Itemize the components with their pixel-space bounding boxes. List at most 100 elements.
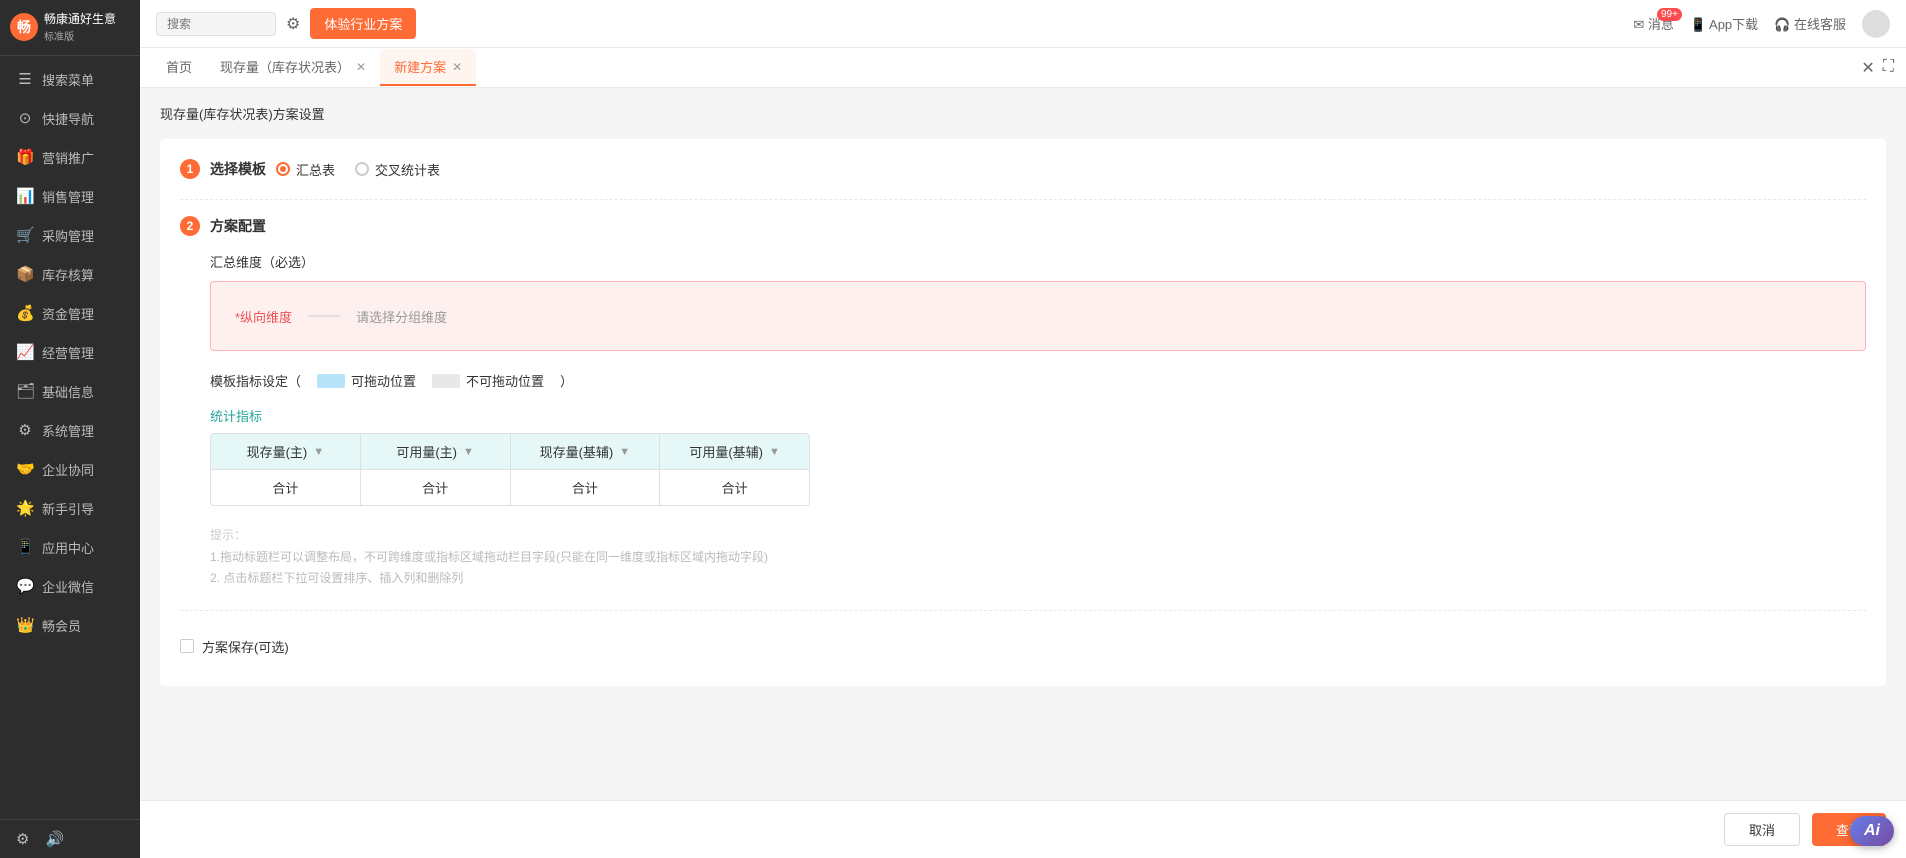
- tab-home[interactable]: 首页: [152, 49, 206, 86]
- topbar: ⚙ 体验行业方案 ✉ 消息 99+ 📱 App下载 🎧 在线客服: [140, 0, 1906, 48]
- sidebar-item-system[interactable]: ⚙ 系统管理: [0, 411, 140, 450]
- sidebar-item-sales[interactable]: 📊 销售管理: [0, 177, 140, 216]
- headset-icon: 🎧: [1774, 17, 1790, 32]
- finance-icon: 💰: [16, 304, 34, 322]
- save-checkbox[interactable]: [180, 639, 194, 653]
- stat-col1-header[interactable]: 现存量(主) ▼: [211, 434, 361, 469]
- sidebar-item-member[interactable]: 👑 畅会员: [0, 606, 140, 645]
- marketing-icon: 🎁: [16, 148, 34, 166]
- sidebar-nav: ☰ 搜索菜单 ⊙ 快捷导航 🎁 营销推广 📊 销售管理 🛒 采购管理 📦 库存核…: [0, 56, 140, 819]
- sidebar-item-label: 资金管理: [42, 304, 94, 323]
- tabs-bar: 首页 现存量（库存状况表） ✕ 新建方案 ✕ ✕ ⛶: [140, 48, 1906, 88]
- draggable-label: 可拖动位置: [351, 371, 416, 390]
- ai-badge[interactable]: Ai: [1850, 816, 1894, 846]
- tab-expand-icon[interactable]: ⛶: [1883, 58, 1894, 78]
- sidebar-item-inventory[interactable]: 📦 库存核算: [0, 255, 140, 294]
- app-download-icon: 📱: [1690, 17, 1706, 32]
- sidebar-item-basic-info[interactable]: 🗂 基础信息: [0, 372, 140, 411]
- vertical-dim-label: *纵向维度: [235, 307, 292, 326]
- sales-icon: 📊: [16, 187, 34, 205]
- stat-col1-label: 现存量(主): [247, 442, 308, 461]
- step2-num: 2: [180, 216, 200, 236]
- app-download-label: App下载: [1709, 17, 1758, 32]
- wechat-icon: 💬: [16, 577, 34, 595]
- dimension-placeholder: *纵向维度 —— 请选择分组维度: [235, 307, 447, 326]
- template-label-suffix: ）: [560, 371, 573, 390]
- step1-block: 1 选择模板 汇总表 交叉统计表: [180, 159, 1866, 179]
- hint-item1: 1.拖动标题栏可以调整布局，不可跨维度或指标区域拖动栏目字段(只能在同一维度或指…: [210, 547, 1866, 569]
- stat-col4-header[interactable]: 可用量(基辅) ▼: [660, 434, 809, 469]
- dimension-box[interactable]: *纵向维度 —— 请选择分组维度: [210, 281, 1866, 351]
- message-badge: 99+: [1657, 8, 1682, 21]
- radio-cross[interactable]: 交叉统计表: [355, 160, 440, 179]
- tab-inventory-status[interactable]: 现存量（库存状况表） ✕: [206, 49, 380, 86]
- sidebar-item-app-center[interactable]: 📱 应用中心: [0, 528, 140, 567]
- search-menu-icon: ☰: [16, 70, 34, 88]
- message-icon: ✉: [1633, 17, 1644, 32]
- settings-panel: 1 选择模板 汇总表 交叉统计表: [160, 139, 1886, 686]
- radio-summary[interactable]: 汇总表: [276, 160, 335, 179]
- app-center-icon: 📱: [16, 538, 34, 556]
- step1-divider: [180, 199, 1866, 200]
- not-draggable-indicator: 不可拖动位置: [432, 371, 544, 390]
- settings-icon[interactable]: ⚙: [16, 830, 29, 848]
- search-input[interactable]: [156, 12, 276, 36]
- stat-row1-col4: 合计: [660, 469, 809, 505]
- save-divider: [180, 610, 1866, 611]
- new-guide-icon: 🌟: [16, 499, 34, 517]
- radio-summary-label: 汇总表: [296, 160, 335, 179]
- stat-col3-label: 现存量(基辅): [540, 442, 614, 461]
- step1-title: 选择模板: [210, 159, 266, 179]
- tab-new-plan-label: 新建方案: [394, 57, 446, 76]
- topbar-gear-icon[interactable]: ⚙: [286, 14, 300, 34]
- sidebar-item-label: 采购管理: [42, 226, 94, 245]
- app-download-item[interactable]: 📱 App下载: [1690, 14, 1758, 33]
- sidebar-item-wechat[interactable]: 💬 企业微信: [0, 567, 140, 606]
- sidebar-item-marketing[interactable]: 🎁 营销推广: [0, 138, 140, 177]
- stat-col1-chevron: ▼: [313, 446, 324, 458]
- online-service-item[interactable]: 🎧 在线客服: [1774, 14, 1846, 33]
- stat-section-label: 统计指标: [210, 406, 1866, 425]
- stat-table-header: 现存量(主) ▼ 可用量(主) ▼ 现存量(基辅) ▼: [211, 434, 809, 469]
- hint-block: 提示： 1.拖动标题栏可以调整布局，不可跨维度或指标区域拖动栏目字段(只能在同一…: [210, 525, 1866, 590]
- template-label: 模板指标设定（: [210, 371, 301, 390]
- cancel-button[interactable]: 取消: [1724, 813, 1800, 846]
- tab-new-plan[interactable]: 新建方案 ✕: [380, 49, 476, 86]
- topbar-right: ✉ 消息 99+ 📱 App下载 🎧 在线客服: [1633, 10, 1890, 38]
- draggable-box: [317, 374, 345, 388]
- step2-title: 方案配置: [210, 216, 266, 236]
- operations-icon: 📈: [16, 343, 34, 361]
- stat-col3-chevron: ▼: [619, 446, 630, 458]
- tab-inventory-close[interactable]: ✕: [356, 60, 366, 74]
- sidebar-item-new-guide[interactable]: 🌟 新手引导: [0, 489, 140, 528]
- sidebar-item-quick-nav[interactable]: ⊙ 快捷导航: [0, 99, 140, 138]
- stat-table-body: 合计 合计 合计 合计: [211, 469, 809, 505]
- tab-new-plan-close[interactable]: ✕: [452, 60, 462, 74]
- purchase-icon: 🛒: [16, 226, 34, 244]
- sound-icon[interactable]: 🔊: [45, 830, 64, 848]
- sidebar-item-operations[interactable]: 📈 经营管理: [0, 333, 140, 372]
- user-avatar[interactable]: [1862, 10, 1890, 38]
- stat-table: 现存量(主) ▼ 可用量(主) ▼ 现存量(基辅) ▼: [210, 433, 810, 506]
- sidebar-item-finance[interactable]: 💰 资金管理: [0, 294, 140, 333]
- stat-row1-col2: 合计: [361, 469, 511, 505]
- sidebar-item-label: 营销推广: [42, 148, 94, 167]
- stat-row1-col3: 合计: [511, 469, 661, 505]
- stat-col3-header[interactable]: 现存量(基辅) ▼: [511, 434, 661, 469]
- stat-col2-header[interactable]: 可用量(主) ▼: [361, 434, 511, 469]
- industry-btn[interactable]: 体验行业方案: [310, 8, 416, 39]
- message-item[interactable]: ✉ 消息 99+: [1633, 14, 1674, 33]
- sidebar-item-label: 快捷导航: [42, 109, 94, 128]
- dimension-section-label: 汇总维度（必选）: [210, 252, 1866, 271]
- sidebar-item-search-menu[interactable]: ☰ 搜索菜单: [0, 60, 140, 99]
- tab-close-all-icon[interactable]: ✕: [1861, 58, 1874, 78]
- sidebar-item-purchase[interactable]: 🛒 采购管理: [0, 216, 140, 255]
- sidebar-item-label: 企业微信: [42, 577, 94, 596]
- content-area: 现存量(库存状况表)方案设置 1 选择模板 汇总表 交叉统计表: [140, 88, 1906, 800]
- radio-summary-circle: [276, 162, 290, 176]
- member-icon: 👑: [16, 616, 34, 634]
- topbar-left: ⚙ 体验行业方案: [156, 8, 416, 39]
- app-logo: 畅 畅康通好生意 标准版: [0, 0, 140, 56]
- sidebar-item-cooperation[interactable]: 🤝 企业协同: [0, 450, 140, 489]
- footer: 取消 查询: [140, 800, 1906, 858]
